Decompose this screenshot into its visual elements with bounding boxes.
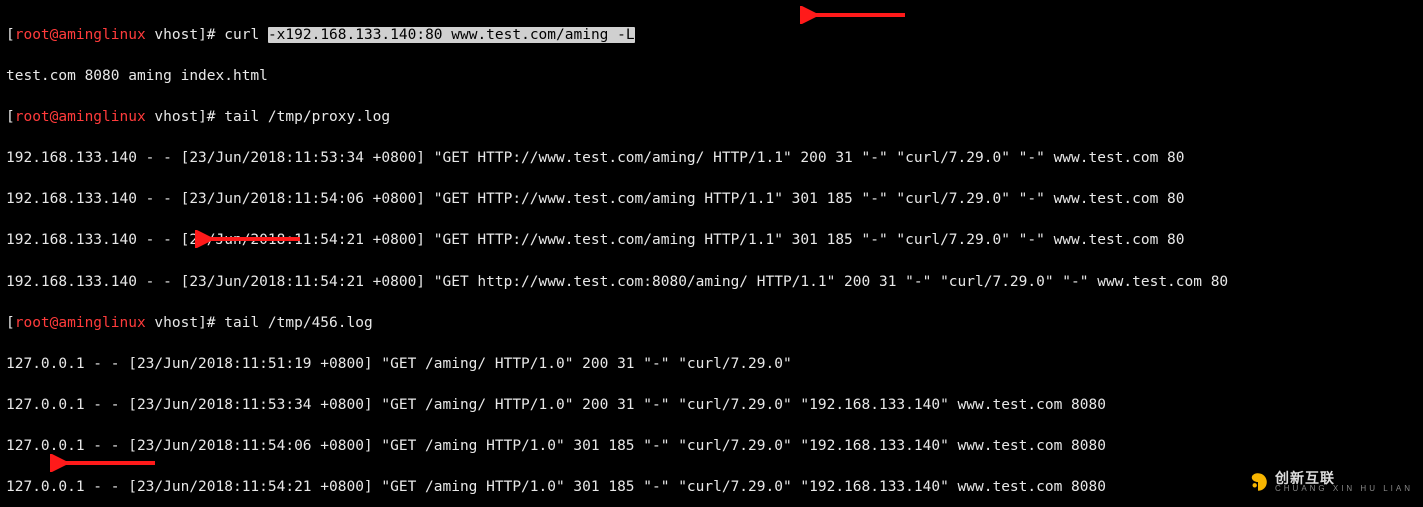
prompt-dir: vhost [154,315,198,331]
log-line-4: 192.168.133.140 - - [23/Jun/2018:11:53:3… [6,150,1185,166]
prompt-open: [ [6,109,15,125]
log-line-5: 192.168.133.140 - - [23/Jun/2018:11:54:0… [6,191,1185,207]
log-line-10: 127.0.0.1 - - [23/Jun/2018:11:53:34 +080… [6,397,1106,413]
cmd-curl-selection: -x192.168.133.140:80 www.test.com/aming … [268,27,635,43]
prompt-open: [ [6,27,15,43]
log-line-7: 192.168.133.140 - - [23/Jun/2018:11:54:2… [6,274,1228,290]
log-line-6: 192.168.133.140 - - [23/Jun/2018:11:54:2… [6,232,1185,248]
prompt-close: ]# [198,27,224,43]
log-line-9: 127.0.0.1 - - [23/Jun/2018:11:51:19 +080… [6,356,792,372]
output-line-2: test.com 8080 aming index.html [6,68,268,84]
watermark-text-cn: 创新互联 [1275,471,1413,485]
prompt-dir: vhost [154,109,198,125]
watermark-text-en: CHUANG XIN HU LIAN [1275,485,1413,493]
log-line-12: 127.0.0.1 - - [23/Jun/2018:11:54:21 +080… [6,479,1106,495]
log-line-11: 127.0.0.1 - - [23/Jun/2018:11:54:06 +080… [6,438,1106,454]
prompt-close: ]# [198,109,224,125]
prompt-user-host: root@aminglinux [15,27,146,43]
terminal-output[interactable]: [root@aminglinux vhost]# curl -x192.168.… [0,0,1423,507]
cmd-tail-456: tail /tmp/456.log [224,315,372,331]
prompt-close: ]# [198,315,224,331]
prompt-user-host: root@aminglinux [15,315,146,331]
watermark-icon [1247,471,1269,493]
prompt-open: [ [6,315,15,331]
cmd-tail-proxy: tail /tmp/proxy.log [224,109,390,125]
cmd-curl-pre: curl [224,27,268,43]
prompt-dir: vhost [154,27,198,43]
watermark-logo: 创新互联 CHUANG XIN HU LIAN [1247,471,1413,493]
prompt-user-host: root@aminglinux [15,109,146,125]
